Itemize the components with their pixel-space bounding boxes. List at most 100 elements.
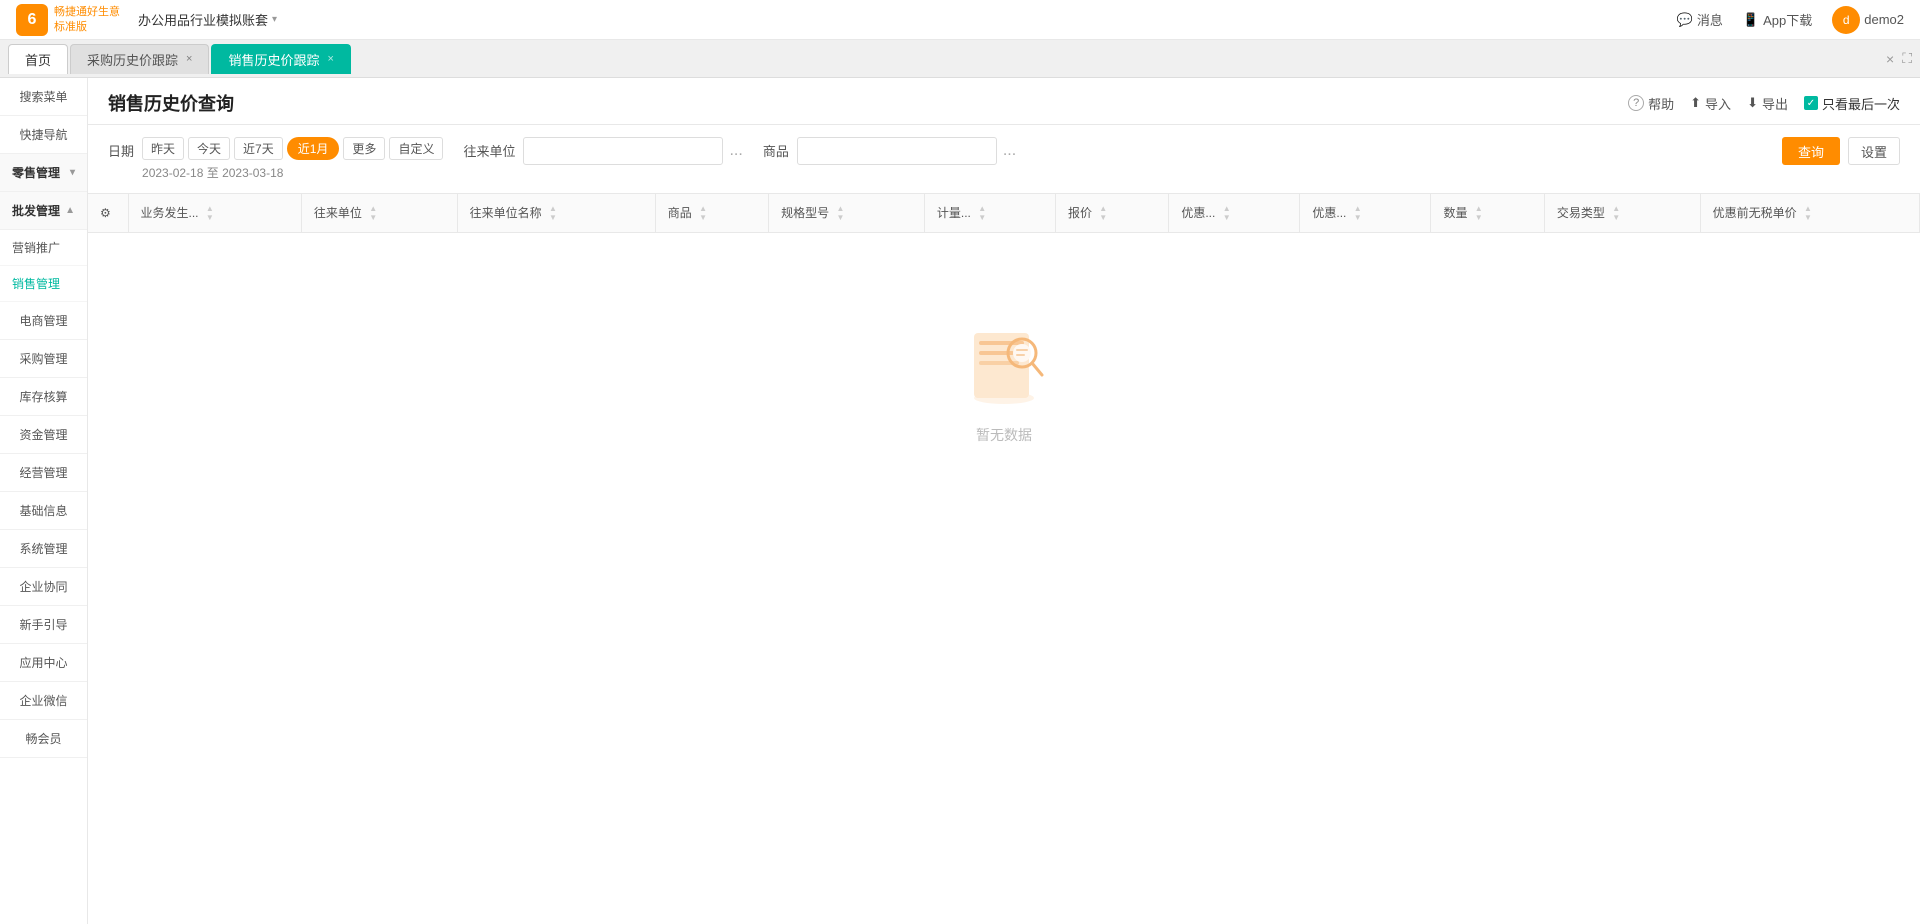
filter-actions: 查询 设置 [1782,137,1900,165]
tab-bar: 首页 采购历史价跟踪 × 销售历史价跟踪 × × ⛶ [0,40,1920,78]
sort-icon-partner-name: ▲▼ [549,205,557,222]
table-col-partner-code[interactable]: 往来单位 ▲▼ [301,194,457,233]
date-range-display: 2023-02-18 至 2023-03-18 [142,164,443,181]
export-button[interactable]: ⬇ 导出 [1747,94,1788,113]
settings-button[interactable]: 设置 [1848,137,1900,165]
help-button[interactable]: ? 帮助 [1628,94,1674,113]
sidebar-item-quick-nav[interactable]: 快捷导航 [0,116,87,154]
date-options: 昨天 今天 近7天 近1月 更多 自定义 2023-02-18 至 2023-0… [142,137,443,181]
app-download-icon: 📱 [1743,12,1759,28]
sort-icon-unit: ▲▼ [978,205,986,222]
retail-mgmt-arrow: ▾ [70,167,75,178]
table-col-partner-name[interactable]: 往来单位名称 ▲▼ [457,194,655,233]
date-btn-7days[interactable]: 近7天 [234,137,283,160]
product-input-group: ... [797,137,1016,165]
header-left: 6 畅捷通好生意 标准版 办公用品行业模拟账套 ▾ [16,4,285,36]
sidebar-item-ecommerce-mgmt[interactable]: 电商管理 [0,302,87,340]
sidebar-item-wholesale-mgmt[interactable]: 批发管理 ▲ [0,192,87,230]
sidebar-item-system-mgmt[interactable]: 系统管理 [0,530,87,568]
sidebar-item-marketing[interactable]: 营销推广 [0,230,87,266]
table-col-discount2[interactable]: 优惠... ▲▼ [1300,194,1431,233]
table-col-product[interactable]: 商品 ▲▼ [655,194,768,233]
page-header-actions: ? 帮助 ⬆ 导入 ⬇ 导出 ✓ 只看最后一次 [1628,94,1900,113]
product-input[interactable] [797,137,997,165]
table-col-pretax-price[interactable]: 优惠前无税单价 ▲▼ [1700,194,1919,233]
sort-icon-pretax-price: ▲▼ [1804,205,1812,222]
data-table: ⚙ 业务发生... ▲▼ 往来单位 ▲▼ 往来单位名称 ▲▼ [88,194,1920,233]
date-btn-custom[interactable]: 自定义 [389,137,443,160]
table-col-spec[interactable]: 规格型号 ▲▼ [769,194,925,233]
date-btn-yesterday[interactable]: 昨天 [142,137,184,160]
partner-filter-label: 往来单位 [463,137,515,160]
table-settings-icon: ⚙ [100,206,111,220]
sidebar: 搜索菜单 快捷导航 零售管理 ▾ 批发管理 ▲ 营销推广 销售管理 电商管理 采… [0,78,88,924]
wholesale-mgmt-arrow: ▲ [65,205,75,216]
table-col-settings[interactable]: ⚙ [88,194,128,233]
date-btn-today[interactable]: 今天 [188,137,230,160]
empty-state: 暂无数据 [88,233,1920,525]
sidebar-item-app-center[interactable]: 应用中心 [0,644,87,682]
tab-sales-history[interactable]: 销售历史价跟踪 × [211,44,350,74]
date-filter-group: 日期 昨天 今天 近7天 近1月 更多 自定义 2023-02-18 至 202… [108,137,443,181]
message-button[interactable]: 💬 消息 [1677,10,1723,29]
company-selector[interactable]: 办公用品行业模拟账套 ▾ [130,10,285,29]
search-menu-label: 搜索菜单 [19,88,67,105]
date-btn-1month[interactable]: 近1月 [287,137,340,160]
sort-icon-product: ▲▼ [699,205,707,222]
tab-sales-history-close[interactable]: × [327,53,333,65]
sidebar-item-basic-info[interactable]: 基础信息 [0,492,87,530]
sort-icon-quantity: ▲▼ [1475,205,1483,222]
checkbox-icon: ✓ [1804,96,1818,110]
sidebar-item-finance-mgmt[interactable]: 资金管理 [0,416,87,454]
tab-purchase-history-close[interactable]: × [186,53,192,65]
sidebar-item-search-menu[interactable]: 搜索菜单 [0,78,87,116]
sidebar-item-enterprise-wechat[interactable]: 企业微信 [0,682,87,720]
import-icon: ⬆ [1690,95,1701,111]
app-logo: 6 [16,4,48,36]
user-profile[interactable]: d demo2 [1832,6,1904,34]
help-icon: ? [1628,95,1644,111]
table-col-discount1[interactable]: 优惠... ▲▼ [1169,194,1300,233]
query-button[interactable]: 查询 [1782,137,1840,165]
window-maximize-button[interactable]: ⛶ [1902,50,1912,67]
import-button[interactable]: ⬆ 导入 [1690,94,1731,113]
table-col-unit[interactable]: 计量... ▲▼ [924,194,1055,233]
window-controls: × ⛶ [1886,50,1912,67]
product-dots-btn[interactable]: ... [1003,142,1016,160]
sort-icon-biz-date: ▲▼ [206,205,214,222]
empty-state-icon [954,313,1054,413]
sidebar-item-new-guide[interactable]: 新手引导 [0,606,87,644]
sidebar-item-retail-mgmt[interactable]: 零售管理 ▾ [0,154,87,192]
empty-text: 暂无数据 [976,425,1032,445]
tab-purchase-history[interactable]: 采购历史价跟踪 × [70,44,209,74]
app-download-button[interactable]: 📱 App下载 [1743,10,1812,29]
table-col-trade-type[interactable]: 交易类型 ▲▼ [1544,194,1700,233]
table-header-row: ⚙ 业务发生... ▲▼ 往来单位 ▲▼ 往来单位名称 ▲▼ [88,194,1920,233]
partner-input[interactable] [523,137,723,165]
partner-filter-group: 往来单位 ... [463,137,742,165]
only-last-checkbox[interactable]: ✓ 只看最后一次 [1804,94,1900,113]
sort-icon-trade-type: ▲▼ [1612,205,1620,222]
product-filter-group: 商品 ... [763,137,1016,165]
table-col-quote[interactable]: 报价 ▲▼ [1055,194,1168,233]
table-col-biz-date[interactable]: 业务发生... ▲▼ [128,194,301,233]
table-col-quantity[interactable]: 数量 ▲▼ [1431,194,1544,233]
sort-icon-spec: ▲▼ [837,205,845,222]
sidebar-item-operations-mgmt[interactable]: 经营管理 [0,454,87,492]
date-btn-more[interactable]: 更多 [343,137,385,160]
partner-dots-btn[interactable]: ... [729,142,742,160]
sidebar-item-enterprise-coop[interactable]: 企业协同 [0,568,87,606]
window-close-button[interactable]: × [1886,51,1894,67]
sidebar-item-sales-mgmt[interactable]: 销售管理 [0,266,87,302]
sidebar-item-inventory[interactable]: 库存核算 [0,378,87,416]
sort-icon-discount2: ▲▼ [1354,205,1362,222]
export-icon: ⬇ [1747,95,1758,111]
product-filter-label: 商品 [763,137,789,160]
page-title: 销售历史价查询 [108,90,234,116]
sidebar-item-purchase-mgmt[interactable]: 采购管理 [0,340,87,378]
company-dropdown-arrow: ▾ [272,14,277,25]
app-name: 畅捷通好生意 标准版 [54,5,120,34]
sidebar-item-member[interactable]: 畅会员 [0,720,87,758]
tab-home[interactable]: 首页 [8,44,68,74]
header-right: 💬 消息 📱 App下载 d demo2 [1677,6,1904,34]
